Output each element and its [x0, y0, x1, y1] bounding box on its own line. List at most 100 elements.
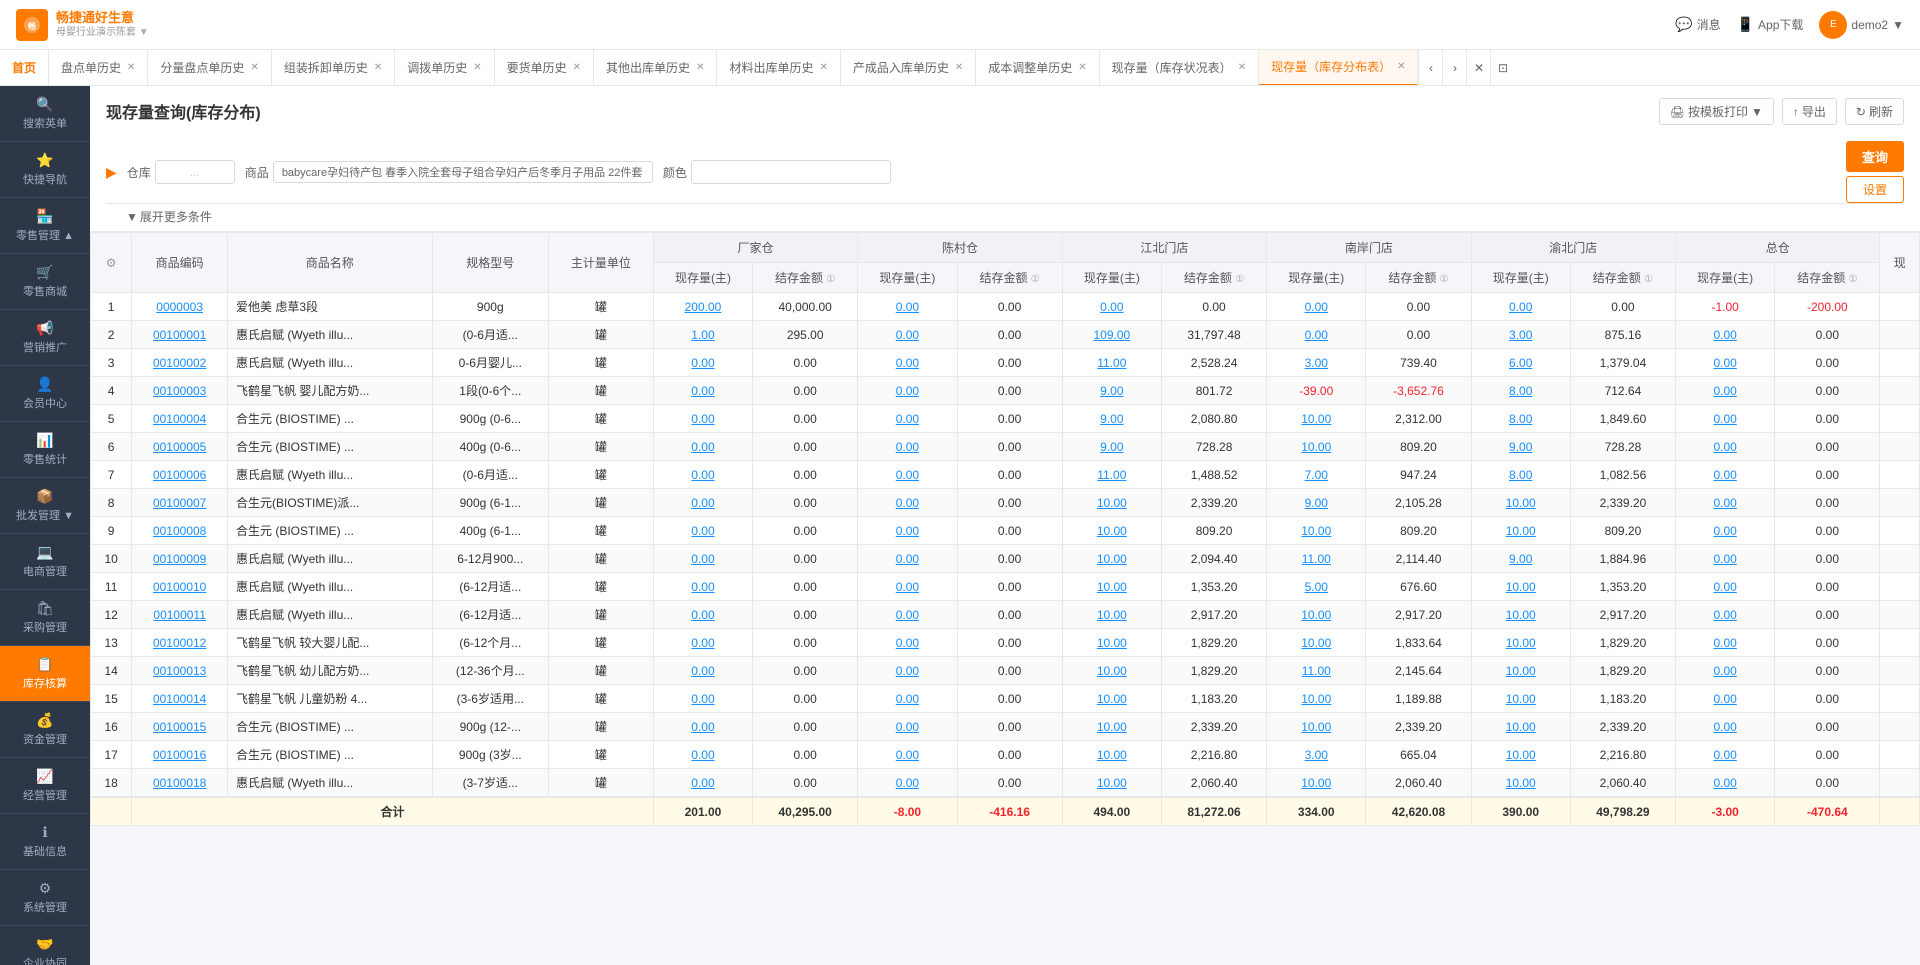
tab-bar: 首页 盘点单历史 ✕ 分量盘点单历史 ✕ 组装拆卸单历史 ✕ 调拨单历史 ✕ 要… [0, 50, 1920, 86]
tab-stock-status[interactable]: 现存量（库存状况表） ✕ [1100, 50, 1259, 86]
tab-category-count[interactable]: 分量盘点单历史 ✕ [148, 50, 271, 86]
row-total-qty: 0.00 [1676, 517, 1775, 545]
tab-close-icon[interactable]: ✕ [955, 62, 963, 73]
tab-close-icon[interactable]: ✕ [1078, 62, 1086, 73]
app-download-btn[interactable]: 📱 App下载 [1737, 16, 1804, 33]
sidebar-item-wholesale[interactable]: 📦 批发管理 ▼ [0, 478, 90, 534]
row-jb-qty: 11.00 [1062, 349, 1161, 377]
message-btn[interactable]: 💬 消息 [1675, 16, 1720, 33]
tab-next-btn[interactable]: › [1442, 50, 1466, 86]
row-current [1880, 517, 1920, 545]
row-fy-qty: 0.00 [653, 601, 752, 629]
total-fy-amt: 40,295.00 [753, 797, 858, 826]
row-fy-qty: 0.00 [653, 685, 752, 713]
jb-amt-info-icon[interactable]: ① [1235, 274, 1244, 285]
row-cl-amt: 0.00 [957, 573, 1062, 601]
tab-home[interactable]: 首页 [0, 50, 49, 86]
tab-purchase-order[interactable]: 要货单历史 ✕ [495, 50, 594, 86]
tab-prev-btn[interactable]: ‹ [1418, 50, 1442, 86]
filter-bar: ▶ 仓库 商品 颜色 查询 [106, 133, 1904, 204]
row-spec: 400g (6-1... [432, 517, 549, 545]
tab-close-icon[interactable]: ✕ [374, 62, 382, 73]
refresh-btn[interactable]: ↻ 刷新 [1845, 98, 1904, 125]
total-amt-info-icon[interactable]: ① [1849, 274, 1858, 285]
row-yb-amt: 0.00 [1570, 293, 1675, 321]
tab-close-icon[interactable]: ✕ [1238, 62, 1246, 73]
settings-btn[interactable]: 设置 [1846, 176, 1904, 203]
col-cl-amt: 结存金额 ① [957, 263, 1062, 293]
tab-stock-dist[interactable]: 现存量（库存分布表） ✕ [1259, 50, 1418, 86]
row-total-amt: 0.00 [1775, 349, 1880, 377]
expand-conditions-btn[interactable]: ▼ 展开更多条件 [126, 208, 1904, 225]
tab-close-icon[interactable]: ✕ [696, 62, 704, 73]
row-total-amt: 0.00 [1775, 769, 1880, 798]
sidebar-item-marketing[interactable]: 📢 营销推广 [0, 310, 90, 366]
row-total-qty: 0.00 [1676, 433, 1775, 461]
row-cl-amt: 0.00 [957, 349, 1062, 377]
tab-adjust-order[interactable]: 调拨单历史 ✕ [395, 50, 494, 86]
user-profile[interactable]: E demo2 ▼ [1819, 11, 1904, 39]
na-amt-info-icon[interactable]: ① [1440, 274, 1449, 285]
tab-close-icon[interactable]: ✕ [127, 62, 135, 73]
col-yubei-header: 渝北门店 [1471, 233, 1675, 263]
sidebar-item-retailstats[interactable]: 📊 零售统计 [0, 422, 90, 478]
row-total-qty: -1.00 [1676, 293, 1775, 321]
row-jb-amt: 809.20 [1161, 517, 1266, 545]
sidebar-item-retailstore[interactable]: 🛒 零售商城 [0, 254, 90, 310]
product-input[interactable] [273, 161, 653, 183]
tab-close-icon[interactable]: ✕ [250, 62, 258, 73]
row-yb-qty: 6.00 [1471, 349, 1570, 377]
sidebar-item-quicknav[interactable]: ⭐ 快捷导航 [0, 142, 90, 198]
yb-amt-info-icon[interactable]: ① [1644, 274, 1653, 285]
fy-amt-info-icon[interactable]: ① [826, 274, 835, 285]
tab-close-icon[interactable]: ✕ [573, 62, 581, 73]
row-cl-qty: 0.00 [858, 517, 957, 545]
sidebar-item-purchase[interactable]: 🛍 采购管理 [0, 590, 90, 646]
sidebar-item-operations[interactable]: 📈 经营管理 [0, 758, 90, 814]
sidebar-item-system[interactable]: ⚙ 系统管理 [0, 870, 90, 926]
row-yb-qty: 8.00 [1471, 461, 1570, 489]
filter-toggle-btn[interactable]: ▶ [106, 164, 117, 181]
sidebar-item-inventory[interactable]: 📋 库存核算 [0, 646, 90, 702]
row-cl-qty: 0.00 [858, 321, 957, 349]
tab-inventory-count[interactable]: 盘点单历史 ✕ [49, 50, 148, 86]
export-btn[interactable]: ↑ 导出 [1782, 98, 1837, 125]
row-na-amt: 2,105.28 [1366, 489, 1471, 517]
row-jb-qty: 9.00 [1062, 405, 1161, 433]
row-na-amt: 0.00 [1366, 321, 1471, 349]
print-btn[interactable]: 🖨 按模板打印 ▼ [1659, 98, 1774, 125]
sidebar-item-search[interactable]: 🔍 搜索英单 [0, 86, 90, 142]
col-settings: ⚙ [91, 233, 132, 293]
row-na-qty: 10.00 [1267, 601, 1366, 629]
row-unit: 罐 [549, 573, 654, 601]
query-btn[interactable]: 查询 [1846, 141, 1904, 172]
row-fy-qty: 0.00 [653, 433, 752, 461]
sidebar-item-enterprise[interactable]: 🤝 企业协同 [0, 926, 90, 965]
tab-combo-order[interactable]: 组装拆卸单历史 ✕ [272, 50, 395, 86]
tab-close-icon[interactable]: ✕ [1397, 61, 1405, 72]
tab-material-out[interactable]: 材料出库单历史 ✕ [717, 50, 840, 86]
cl-amt-info-icon[interactable]: ① [1031, 274, 1040, 285]
tab-other-out[interactable]: 其他出库单历史 ✕ [594, 50, 717, 86]
row-fy-qty: 0.00 [653, 349, 752, 377]
row-unit: 罐 [549, 517, 654, 545]
row-na-amt: 2,339.20 [1366, 713, 1471, 741]
tab-close-icon[interactable]: ✕ [473, 62, 481, 73]
sidebar-item-basic[interactable]: ℹ 基础信息 [0, 814, 90, 870]
sidebar-item-member[interactable]: 👤 会员中心 [0, 366, 90, 422]
sidebar-item-ecommerce[interactable]: 💻 电商管理 [0, 534, 90, 590]
row-jb-qty: 9.00 [1062, 377, 1161, 405]
tab-cost-adjust[interactable]: 成本调整单历史 ✕ [976, 50, 1099, 86]
row-jb-qty: 10.00 [1062, 741, 1161, 769]
col-code-header: 商品编码 [132, 233, 228, 293]
tab-product-in[interactable]: 产成品入库单历史 ✕ [841, 50, 976, 86]
row-total-qty: 0.00 [1676, 405, 1775, 433]
tab-expand-btn[interactable]: ⊡ [1490, 50, 1514, 86]
tab-close-icon[interactable]: ✕ [819, 62, 827, 73]
sidebar-item-retail[interactable]: 🏪 零售管理 ▲ [0, 198, 90, 254]
color-input[interactable] [691, 160, 891, 184]
tab-close-all-btn[interactable]: ✕ [1466, 50, 1490, 86]
warehouse-input[interactable] [155, 160, 235, 184]
row-yb-amt: 2,339.20 [1570, 489, 1675, 517]
sidebar-item-finance[interactable]: 💰 资金管理 [0, 702, 90, 758]
